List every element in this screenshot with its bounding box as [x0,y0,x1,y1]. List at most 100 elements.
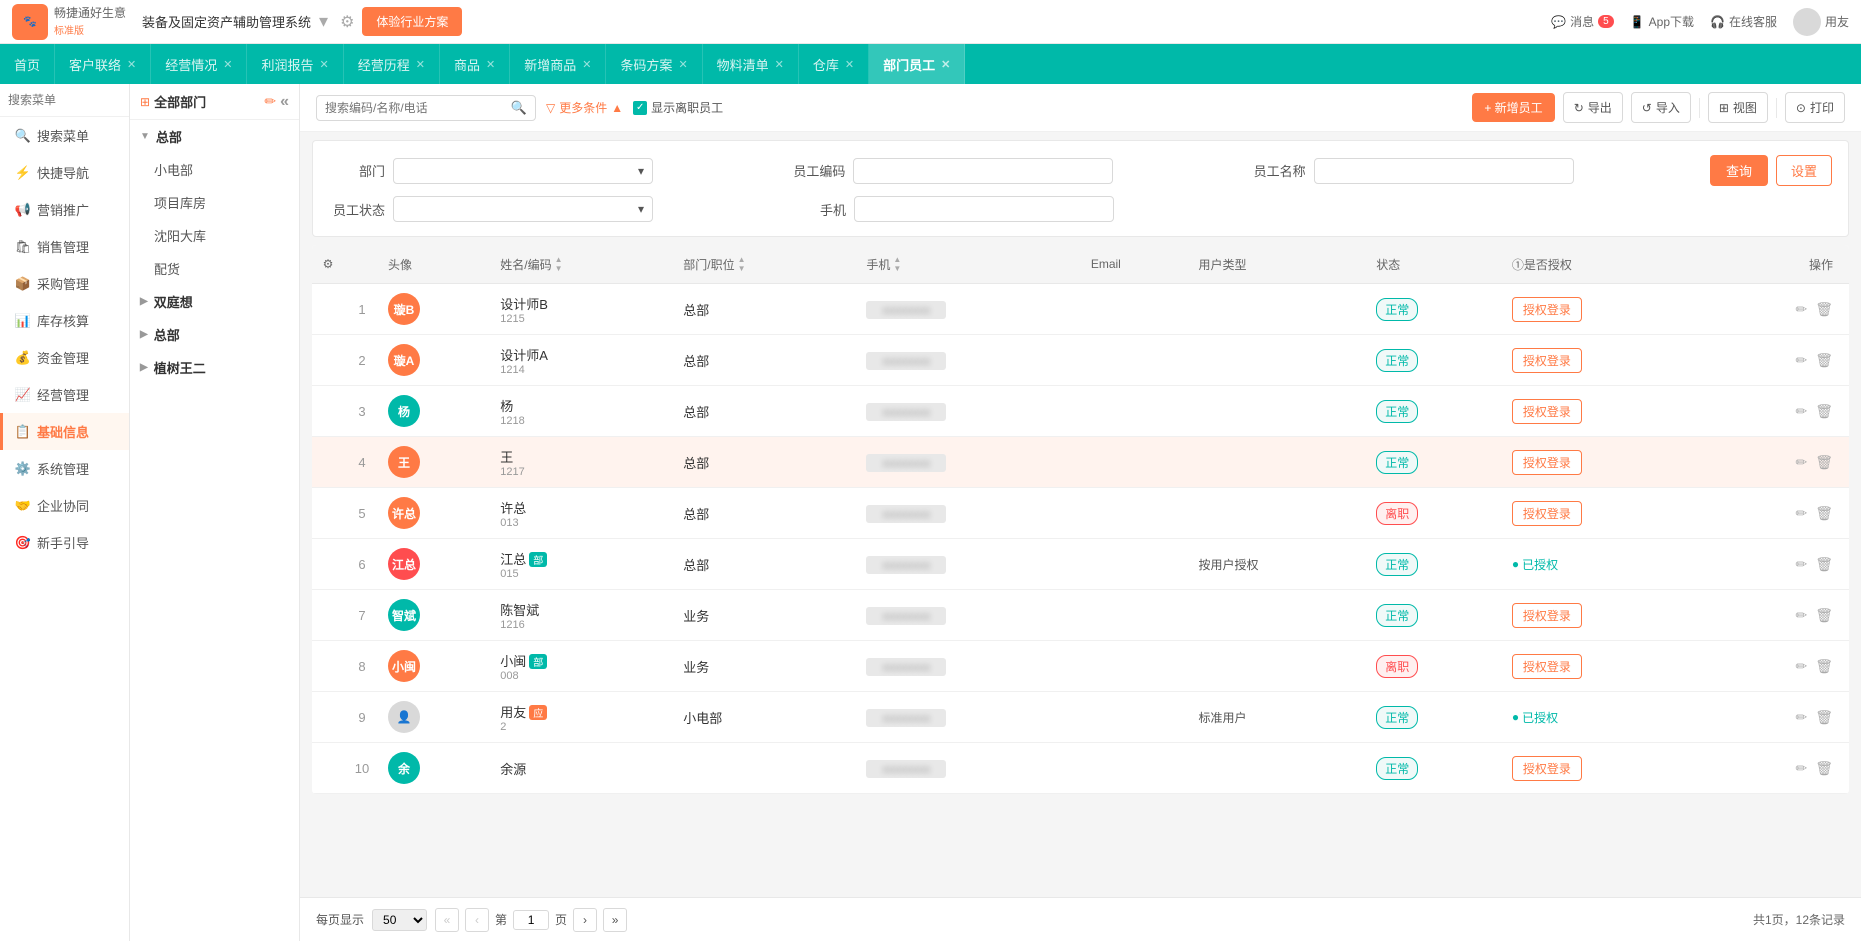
tree-collapse-icon[interactable]: « [280,93,289,111]
tree-item-沈阳大库[interactable]: 沈阳大库 [130,219,299,252]
nav-tab-首页[interactable]: 首页 [0,44,55,84]
system-dropdown-icon[interactable]: ▾ [319,11,328,32]
online-service-action[interactable]: 🎧 在线客服 [1710,13,1777,30]
add-employee-button[interactable]: + 新增员工 [1472,93,1554,122]
print-button[interactable]: ⊙ 打印 [1785,92,1845,123]
delete-icon[interactable]: 🗑 [1815,403,1833,420]
more-filter-btn[interactable]: ▽ 更多条件 ▲ [546,99,623,116]
tree-item-parent-zongbu[interactable]: ▼总部 [130,120,299,153]
tree-edit-icon[interactable]: ✏ [264,93,276,110]
sidebar-item-basic[interactable]: 📋基础信息 [0,413,129,450]
nav-tab-close[interactable]: ✕ [582,58,591,71]
nav-tab-close[interactable]: ✕ [775,58,784,71]
nav-tab-close[interactable]: ✕ [486,58,495,71]
sidebar-search[interactable]: 🔍 [0,84,129,117]
sidebar-item-quicknav[interactable]: ⚡快捷导航 [0,154,129,191]
show-resigned-toggle[interactable]: ✓ 显示离职员工 [633,99,723,116]
delete-icon[interactable]: 🗑 [1815,352,1833,369]
delete-icon[interactable]: 🗑 [1815,301,1833,318]
sidebar-item-guide[interactable]: 🎯新手引导 [0,524,129,561]
auth-button[interactable]: 授权登录 [1512,399,1582,424]
view-button[interactable]: ⊞ 视图 [1708,92,1768,123]
tree-item-项目库房[interactable]: 项目库房 [130,186,299,219]
th-name-sort[interactable]: 姓名/编码 ▲▼ [500,255,667,273]
next-page-btn[interactable]: › [573,908,597,932]
th-phone-sort[interactable]: 手机 ▲▼ [866,255,1075,273]
sidebar-item-search[interactable]: 🔍搜索菜单 [0,117,129,154]
nav-tab-经营历程[interactable]: 经营历程✕ [344,44,440,84]
sidebar-item-stock[interactable]: 📊库存核算 [0,302,129,339]
edit-icon[interactable]: ✏ [1795,760,1807,777]
search-input[interactable] [325,101,507,115]
th-settings[interactable]: ⚙ [312,245,344,284]
edit-icon[interactable]: ✏ [1795,607,1807,624]
auth-button[interactable]: 授权登录 [1512,297,1582,322]
delete-icon[interactable]: 🗑 [1815,556,1833,573]
edit-icon[interactable]: ✏ [1795,505,1807,522]
nav-tab-利润报告[interactable]: 利润报告✕ [247,44,343,84]
nav-tab-客户联络[interactable]: 客户联络✕ [55,44,151,84]
nav-tab-部门员工[interactable]: 部门员工✕ [869,44,965,84]
sidebar-item-enterprise[interactable]: 🤝企业协同 [0,487,129,524]
delete-icon[interactable]: 🗑 [1815,607,1833,624]
edit-icon[interactable]: ✏ [1795,403,1807,420]
nav-tab-close[interactable]: ✕ [127,58,136,71]
filter-empcode-input[interactable] [853,158,1113,184]
search-input-wrap[interactable]: 🔍 [316,95,536,121]
auth-button[interactable]: 授权登录 [1512,603,1582,628]
filter-status-select[interactable]: ▾ [393,196,653,222]
auth-button[interactable]: 授权登录 [1512,654,1582,679]
filter-empname-input[interactable] [1314,158,1574,184]
nav-tab-close[interactable]: ✕ [320,58,329,71]
sidebar-item-sales[interactable]: 🛍销售管理 [0,228,129,265]
prev-page-btn[interactable]: ‹ [465,908,489,932]
last-page-btn[interactable]: » [603,908,627,932]
app-download-action[interactable]: 📱 App下载 [1630,13,1694,30]
delete-icon[interactable]: 🗑 [1815,505,1833,522]
nav-tab-close[interactable]: ✕ [416,58,425,71]
edit-icon[interactable]: ✏ [1795,301,1807,318]
sidebar-item-purchase[interactable]: 📦采购管理 [0,265,129,302]
nav-tab-close[interactable]: ✕ [678,58,687,71]
sidebar-item-marketing[interactable]: 📢营销推广 [0,191,129,228]
tree-item-小电部[interactable]: 小电部 [130,153,299,186]
edit-icon[interactable]: ✏ [1795,352,1807,369]
import-button[interactable]: ↺ 导入 [1631,92,1691,123]
filter-dept-select[interactable]: ▾ [393,158,653,184]
set-button[interactable]: 设置 [1776,155,1832,186]
auth-button[interactable]: 授权登录 [1512,501,1582,526]
user-action[interactable]: 用友 [1793,8,1849,36]
nav-tab-商品[interactable]: 商品✕ [440,44,510,84]
edit-icon[interactable]: ✏ [1795,658,1807,675]
sidebar-item-finance[interactable]: 💰资金管理 [0,339,129,376]
first-page-btn[interactable]: « [435,908,459,932]
nav-tab-经营情况[interactable]: 经营情况✕ [151,44,247,84]
settings-icon[interactable]: ⚙ [340,12,354,32]
edit-icon[interactable]: ✏ [1795,556,1807,573]
edit-icon[interactable]: ✏ [1795,454,1807,471]
auth-button[interactable]: 授权登录 [1512,450,1582,475]
tree-item-总部[interactable]: ▶总部 [130,318,299,351]
tree-item-植树王二[interactable]: ▶植树王二 [130,351,299,384]
nav-tab-close[interactable]: ✕ [941,58,950,71]
delete-icon[interactable]: 🗑 [1815,760,1833,777]
sidebar-search-input[interactable] [8,93,130,107]
delete-icon[interactable]: 🗑 [1815,658,1833,675]
query-button[interactable]: 查询 [1710,155,1768,186]
nav-tab-条码方案[interactable]: 条码方案✕ [606,44,702,84]
auth-button[interactable]: 授权登录 [1512,348,1582,373]
delete-icon[interactable]: 🗑 [1815,454,1833,471]
sidebar-item-system[interactable]: ⚙️系统管理 [0,450,129,487]
edit-icon[interactable]: ✏ [1795,709,1807,726]
page-size-select[interactable]: 50 100 200 [372,909,427,931]
nav-tab-物料清单[interactable]: 物料清单✕ [703,44,799,84]
page-input[interactable] [513,910,549,930]
export-button[interactable]: ↻ 导出 [1563,92,1623,123]
tree-item-配货[interactable]: 配货 [130,252,299,285]
th-dept-sort[interactable]: 部门/职位 ▲▼ [683,255,850,273]
sidebar-item-operations[interactable]: 📈经营管理 [0,376,129,413]
nav-tab-仓库[interactable]: 仓库✕ [799,44,869,84]
tree-item-双庭想[interactable]: ▶双庭想 [130,285,299,318]
filter-phone-input[interactable] [854,196,1114,222]
nav-tab-close[interactable]: ✕ [845,58,854,71]
